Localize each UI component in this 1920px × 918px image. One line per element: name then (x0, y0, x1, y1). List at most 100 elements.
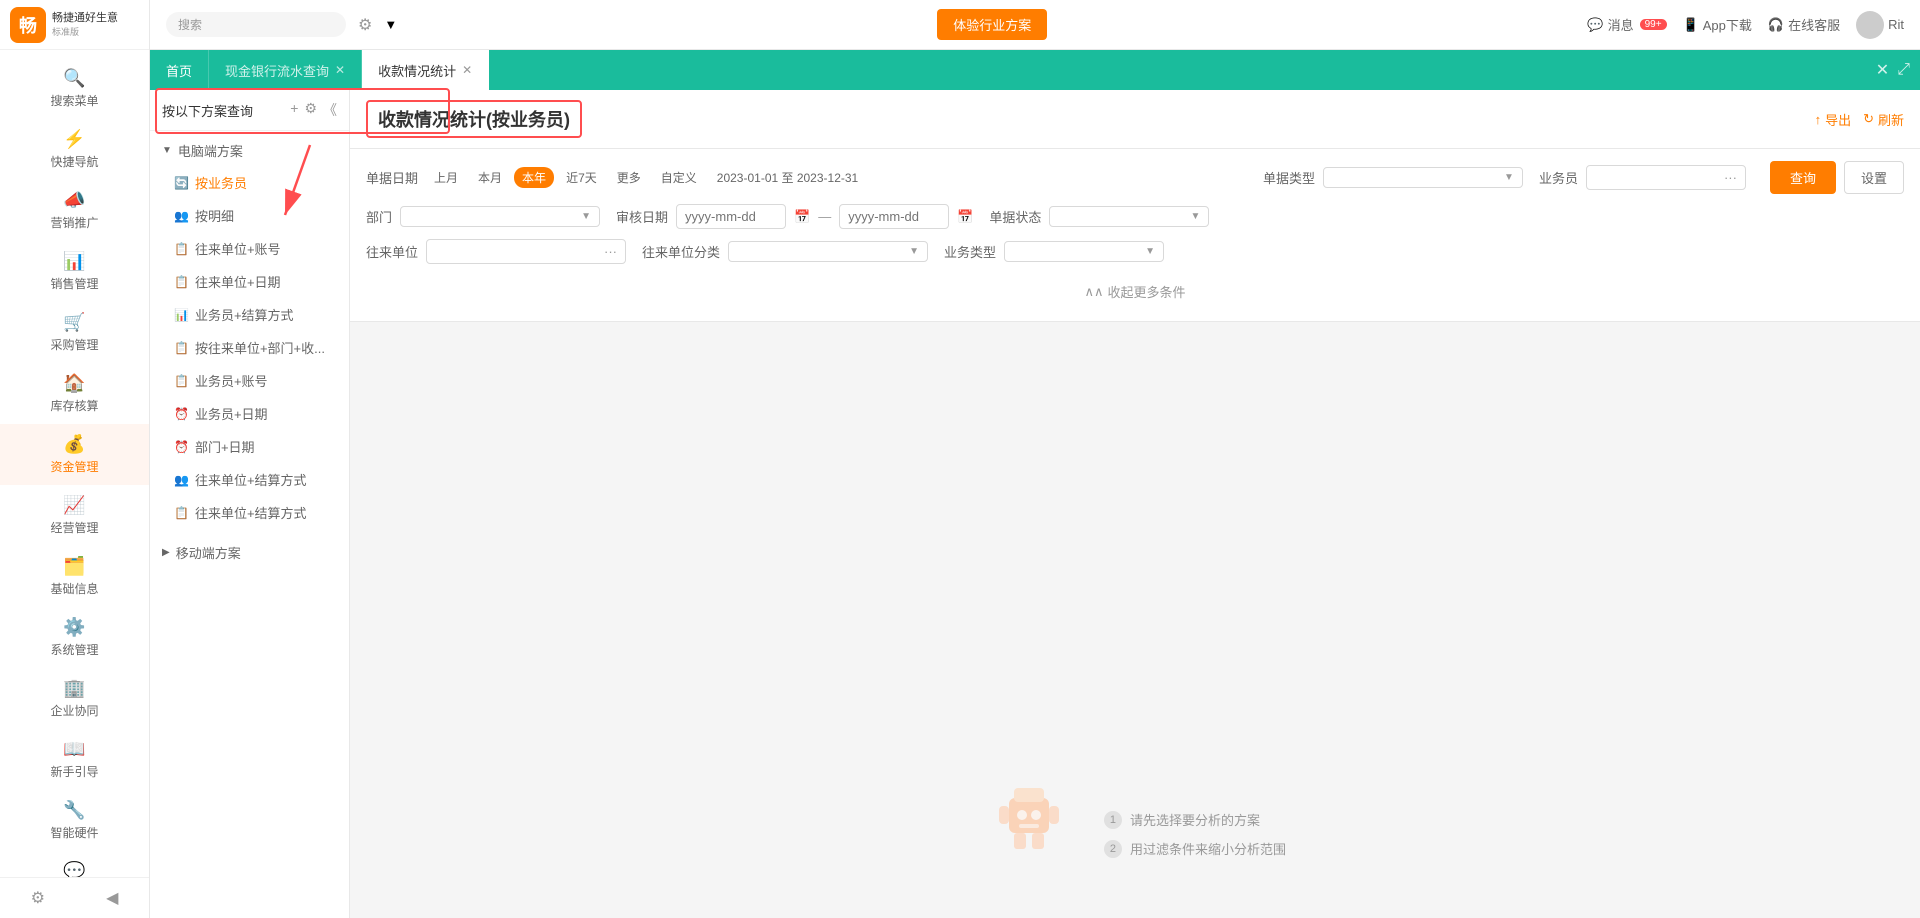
partner-category-select[interactable]: ▼ (728, 241, 928, 262)
sidebar-label-search: 搜索菜单 (50, 92, 98, 109)
sidebar-label-collab: 企业协同 (50, 702, 98, 719)
tabbar: 首页 现金银行流水查询 ✕ 收款情况统计 ✕ ✕ ⤢ (150, 50, 1920, 90)
scheme-item-partner-acct[interactable]: 📋 往来单位+账号 (150, 232, 349, 265)
date-btn-last-month[interactable]: 上月 (426, 167, 466, 188)
partner-more-icon[interactable]: ··· (604, 244, 617, 259)
refresh-label: 刷新 (1878, 110, 1904, 129)
export-btn[interactable]: ↑ 导出 (1815, 110, 1852, 129)
main-area: 搜索 ⚙ ▼ 体验行业方案 💬 消息 99+ 📱 App下载 🎧 在线客服 Ri… (150, 0, 1920, 918)
online-service-btn[interactable]: 🎧 在线客服 (1768, 15, 1840, 34)
date-options: 上月 本月 本年 近7天 更多 自定义 (426, 167, 705, 188)
scheme-item-partner-date[interactable]: 📋 往来单位+日期 (150, 265, 349, 298)
topbar-dropdown-icon[interactable]: ▼ (384, 17, 397, 32)
sidebar-label-hardware: 智能硬件 (50, 824, 98, 841)
tab-expand-icon[interactable]: ⤢ (1897, 61, 1910, 79)
scheme-item-detail[interactable]: 👥 按明细 (150, 199, 349, 232)
sidebar-item-wechat[interactable]: 💬 企业微信 (0, 851, 149, 877)
scheme-item-salesman-date[interactable]: ⏰ 业务员+日期 (150, 397, 349, 430)
sidebar-item-finance[interactable]: 💰 资金管理 (0, 424, 149, 485)
biz-type-select[interactable]: ▼ (1004, 241, 1164, 262)
tab-home[interactable]: 首页 (150, 50, 209, 90)
sidebar-item-marketing[interactable]: 📣 营销推广 (0, 180, 149, 241)
sidebar-item-search[interactable]: 🔍 搜索菜单 (0, 58, 149, 119)
review-date-start-input[interactable] (676, 204, 786, 229)
topbar-search[interactable]: 搜索 (166, 12, 346, 37)
collapse-btn[interactable]: ∧∧ 收起更多条件 (366, 274, 1904, 309)
tip-num-2: 2 (1104, 840, 1122, 858)
date-btn-custom[interactable]: 自定义 (653, 167, 705, 188)
download-icon: 📱 (1683, 17, 1699, 33)
settings-button[interactable]: 设置 (1844, 161, 1904, 194)
logo-badge: 标准版 (52, 25, 118, 38)
sidebar-item-hardware[interactable]: 🔧 智能硬件 (0, 790, 149, 851)
tip-item-1: 1 请先选择要分析的方案 (1104, 810, 1286, 829)
sidebar-item-quick[interactable]: ⚡ 快捷导航 (0, 119, 149, 180)
doc-status-select[interactable]: ▼ (1049, 206, 1209, 227)
app-download-btn[interactable]: 📱 App下载 (1683, 15, 1752, 34)
sidebar-label-operation: 经营管理 (50, 519, 98, 536)
filter-row-1: 单据日期 上月 本月 本年 近7天 更多 自定义 2023-01-01 至 20… (366, 161, 1904, 194)
sidebar-item-inventory[interactable]: 🏠 库存核算 (0, 363, 149, 424)
message-btn[interactable]: 💬 消息 99+ (1587, 15, 1666, 34)
sidebar-item-sales[interactable]: 📊 销售管理 (0, 241, 149, 302)
scheme-group-mobile-title[interactable]: ▶ 移动端方案 (150, 537, 349, 568)
topbar: 搜索 ⚙ ▼ 体验行业方案 💬 消息 99+ 📱 App下载 🎧 在线客服 Ri… (150, 0, 1920, 50)
sidebar-collapse-btn[interactable]: ◀‍ (106, 888, 118, 908)
message-label: 消息 (1608, 15, 1634, 34)
query-button[interactable]: 查询 (1770, 161, 1836, 194)
salesman-more-icon[interactable]: ··· (1724, 170, 1737, 185)
user-area[interactable]: Rit (1856, 11, 1904, 39)
page-header-actions: ↑ 导出 ↻ 刷新 (1815, 110, 1904, 129)
online-service-label: 在线客服 (1788, 15, 1840, 34)
tab-receipt-close[interactable]: ✕ (462, 63, 472, 77)
partner-category-arrow: ▼ (909, 246, 919, 257)
sidebar-item-collab[interactable]: 🏢 企业协同 (0, 668, 149, 729)
scheme-item-pdept-label: 按往来单位+部门+收... (195, 338, 325, 357)
partner-select[interactable]: ··· (426, 239, 626, 264)
scheme-item-partner-settle2[interactable]: 📋 往来单位+结算方式 (150, 496, 349, 529)
scheme-title: 按以下方案查询 (162, 101, 253, 120)
trial-button[interactable]: 体验行业方案 (937, 9, 1047, 40)
review-date-label: 审核日期 (616, 207, 668, 226)
sidebar-item-system[interactable]: ⚙️ 系统管理 (0, 607, 149, 668)
tab-cash-close[interactable]: ✕ (335, 63, 345, 77)
scheme-group-desktop-title[interactable]: ▼ 电脑端方案 (150, 135, 349, 166)
dept-select[interactable]: ▼ (400, 206, 600, 227)
content: 按以下方案查询 + ⚙ 《 ▼ 电脑端方案 🔄 按业务员 👥 (150, 90, 1920, 918)
sidebar-item-guide[interactable]: 📖 新手引导 (0, 729, 149, 790)
tab-receipt[interactable]: 收款情况统计 ✕ (362, 50, 489, 90)
tab-close-all-icon[interactable]: ✕ (1876, 60, 1889, 80)
scheme-add-btn[interactable]: + (290, 100, 298, 120)
review-date-end-input[interactable] (839, 204, 949, 229)
partner-category-label: 往来单位分类 (642, 242, 720, 261)
date-btn-more[interactable]: 更多 (609, 167, 649, 188)
refresh-btn[interactable]: ↻ 刷新 (1863, 110, 1904, 129)
scheme-item-partner-settle1[interactable]: 👥 往来单位+结算方式 (150, 463, 349, 496)
review-date-start-calendar-icon[interactable]: 📅 (794, 209, 810, 225)
sidebar-label-system: 系统管理 (50, 641, 98, 658)
scheme-item-partner-dept[interactable]: 📋 按往来单位+部门+收... (150, 331, 349, 364)
scheme-item-salesman-acct[interactable]: 📋 业务员+账号 (150, 364, 349, 397)
sidebar-item-operation[interactable]: 📈 经营管理 (0, 485, 149, 546)
salesman-select[interactable]: ··· (1586, 165, 1746, 190)
scheme-item-salesman-settle[interactable]: 📊 业务员+结算方式 (150, 298, 349, 331)
topbar-gear-icon[interactable]: ⚙ (358, 15, 372, 35)
doctype-select[interactable]: ▼ (1323, 167, 1523, 188)
date-btn-this-year[interactable]: 本年 (514, 167, 554, 188)
date-range-display: 2023-01-01 至 2023-12-31 (717, 169, 858, 186)
sidebar-item-basic[interactable]: 🗂️ 基础信息 (0, 546, 149, 607)
scheme-item-salesman[interactable]: 🔄 按业务员 (150, 166, 349, 199)
sidebar-settings-btn[interactable]: ⚙ (31, 888, 45, 908)
dept-select-arrow: ▼ (581, 211, 591, 222)
sidebar-item-purchase[interactable]: 🛒 采购管理 (0, 302, 149, 363)
date-btn-this-month[interactable]: 本月 (470, 167, 510, 188)
sidebar-label-purchase: 采购管理 (50, 336, 98, 353)
date-btn-7days[interactable]: 近7天 (558, 167, 605, 188)
scheme-settings-btn[interactable]: ⚙ (304, 100, 317, 120)
tip-text-1: 请先选择要分析的方案 (1130, 810, 1260, 829)
scheme-item-dept-date[interactable]: ⏰ 部门+日期 (150, 430, 349, 463)
scheme-collapse-btn[interactable]: 《 (323, 100, 337, 120)
scheme-item-ps2-icon: 📋 (174, 506, 189, 520)
tab-cash[interactable]: 现金银行流水查询 ✕ (209, 50, 362, 90)
review-date-end-calendar-icon[interactable]: 📅 (957, 209, 973, 225)
